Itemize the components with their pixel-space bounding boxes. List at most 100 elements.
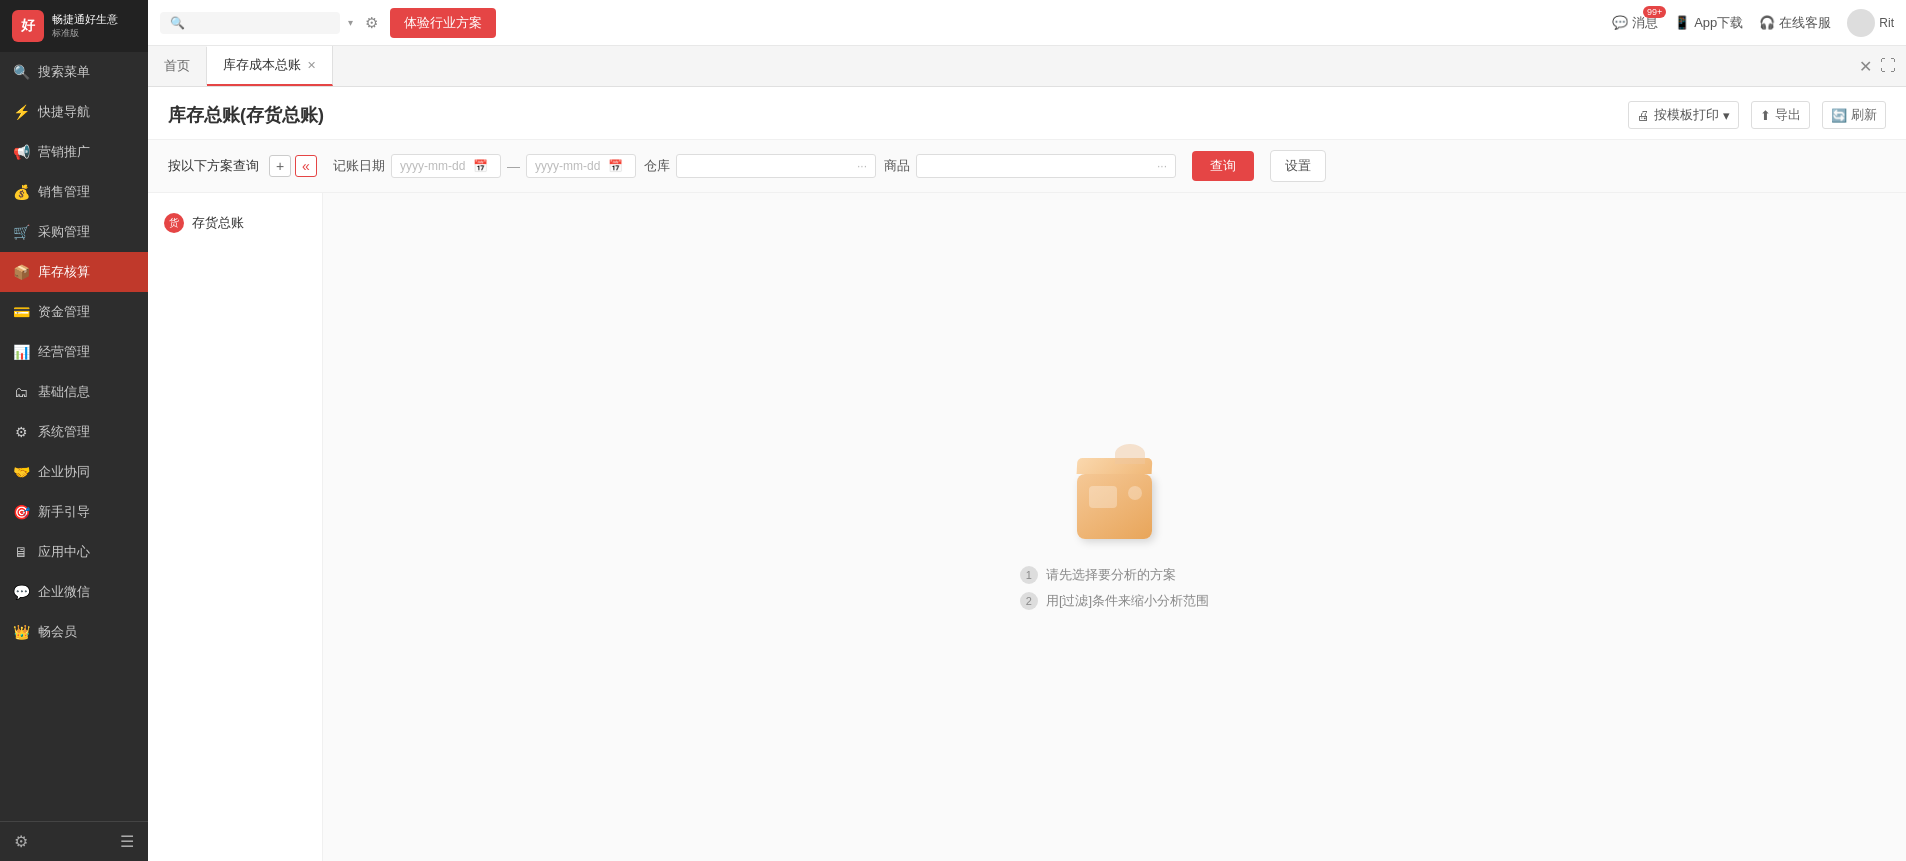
sidebar-item-label: 应用中心 [38,543,90,561]
empty-hints: 1 请先选择要分析的方案 2 用[过滤]条件来缩小分析范围 [1020,566,1209,610]
basic-info-icon: 🗂 [12,384,30,400]
page-actions: 🖨 按模板打印 ▾ ⬆ 导出 🔄 刷新 [1628,101,1886,129]
query-btn[interactable]: 查询 [1192,151,1254,181]
empty-box-face [1089,486,1117,508]
phone-icon: 📱 [1674,15,1690,30]
online-service-btn[interactable]: 🎧 在线客服 [1759,14,1831,32]
export-label: 导出 [1775,106,1801,124]
page-header: 库存总账(存货总账) 🖨 按模板打印 ▾ ⬆ 导出 🔄 刷新 [148,87,1906,140]
industry-btn[interactable]: 体验行业方案 [390,8,496,38]
sidebar-item-inventory[interactable]: 📦 库存核算 [0,252,148,292]
page-title: 库存总账(存货总账) [168,103,324,127]
sidebar-item-label: 企业协同 [38,463,90,481]
sidebar-item-label: 采购管理 [38,223,90,241]
purchase-icon: 🛒 [12,224,30,240]
tab-inventory-cost-label: 库存成本总账 [223,56,301,74]
date-end-input[interactable]: yyyy-mm-dd 📅 [526,154,636,178]
topbar-chevron-icon[interactable]: ▾ [348,17,353,28]
empty-box-eye [1128,486,1142,500]
sidebar-item-label: 系统管理 [38,423,90,441]
sidebar-item-operations[interactable]: 📊 经营管理 [0,332,148,372]
setting-btn[interactable]: 设置 [1270,150,1326,182]
empty-box-body [1077,474,1152,539]
sidebar-item-search[interactable]: 🔍 搜索菜单 [0,52,148,92]
sidebar-nav: ⚡ 快捷导航 📢 营销推广 💰 销售管理 🛒 采购管理 📦 库存核算 💳 资金管… [0,92,148,821]
settings-footer-icon[interactable]: ⚙ [14,832,28,851]
empty-illustration [1055,444,1175,544]
sidebar-item-quick-nav[interactable]: ⚡ 快捷导航 [0,92,148,132]
finance-icon: 💳 [12,304,30,320]
filter-row: 记账日期 yyyy-mm-dd 📅 — yyyy-mm-dd 📅 仓库 [333,150,1886,182]
sidebar-item-system[interactable]: ⚙ 系统管理 [0,412,148,452]
sidebar-item-finance[interactable]: 💳 资金管理 [0,292,148,332]
sidebar-item-label: 搜索菜单 [38,63,90,81]
goods-select[interactable]: ··· [916,154,1176,178]
search-icon: 🔍 [170,16,185,30]
date-start-input[interactable]: yyyy-mm-dd 📅 [391,154,501,178]
topbar-search[interactable]: 🔍 [160,12,340,34]
sidebar-item-label: 企业微信 [38,583,90,601]
main-area: 🔍 ▾ ⚙ 体验行业方案 💬 消息 99+ 📱 App下载 🎧 在线客服 Rit [148,0,1906,861]
scheme-panel: 货 存货总账 [148,193,323,861]
goods-more-icon[interactable]: ··· [1157,159,1167,173]
refresh-label: 刷新 [1851,106,1877,124]
sidebar-item-label: 经营管理 [38,343,90,361]
sidebar-item-new-guide[interactable]: 🎯 新手引导 [0,492,148,532]
filter-warehouse-item: 仓库 ··· [644,154,876,178]
tabbar: 首页 库存成本总账 ✕ ✕ ⛶ [148,46,1906,87]
warehouse-more-icon[interactable]: ··· [857,159,867,173]
user-area[interactable]: Rit [1847,9,1894,37]
sidebar-item-label: 营销推广 [38,143,90,161]
date-start-placeholder: yyyy-mm-dd [400,159,465,173]
filter-collapse-btn[interactable]: « [295,155,317,177]
refresh-btn[interactable]: 🔄 刷新 [1822,101,1886,129]
message-btn[interactable]: 💬 消息 99+ [1612,14,1658,32]
new-guide-icon: 🎯 [12,504,30,520]
tab-home[interactable]: 首页 [148,47,207,85]
warehouse-select[interactable]: ··· [676,154,876,178]
sidebar-item-label: 快捷导航 [38,103,90,121]
filter-bar: 按以下方案查询 + « 记账日期 yyyy-mm-dd 📅 — yyyy-mm-… [148,140,1906,193]
scheme-item-icon: 货 [164,213,184,233]
headset-icon: 🎧 [1759,15,1775,30]
sidebar-item-sales[interactable]: 💰 销售管理 [0,172,148,212]
sidebar-item-enterprise-wx[interactable]: 💬 企业微信 [0,572,148,612]
calendar-icon: 📅 [473,159,488,173]
sidebar-item-marketing[interactable]: 📢 营销推广 [0,132,148,172]
sidebar-item-cooperation[interactable]: 🤝 企业协同 [0,452,148,492]
filter-date-item: 记账日期 yyyy-mm-dd 📅 — yyyy-mm-dd 📅 [333,154,636,178]
filter-add-btn[interactable]: + [269,155,291,177]
calendar-end-icon: 📅 [608,159,623,173]
hint-text-1: 请先选择要分析的方案 [1046,566,1176,584]
export-btn[interactable]: ⬆ 导出 [1751,101,1810,129]
app-center-icon: 🖥 [12,544,30,560]
sidebar-item-app-center[interactable]: 🖥 应用中心 [0,532,148,572]
tab-panel-close-icon[interactable]: ✕ [1859,57,1872,76]
sidebar-item-vip[interactable]: 👑 畅会员 [0,612,148,652]
sidebar-item-label: 资金管理 [38,303,90,321]
avatar [1847,9,1875,37]
app-download-btn[interactable]: 📱 App下载 [1674,14,1743,32]
operations-icon: 📊 [12,344,30,360]
sidebar-item-basic-info[interactable]: 🗂 基础信息 [0,372,148,412]
menu-toggle-icon[interactable]: ☰ [120,832,134,851]
sidebar-item-purchase[interactable]: 🛒 采购管理 [0,212,148,252]
message-badge: 99+ [1643,6,1666,18]
hint-text-2: 用[过滤]条件来缩小分析范围 [1046,592,1209,610]
user-name: Rit [1879,16,1894,30]
topbar-gear-icon[interactable]: ⚙ [365,14,378,32]
hint-num-2: 2 [1020,592,1038,610]
empty-box-glow [1115,444,1145,464]
tab-inventory-cost[interactable]: 库存成本总账 ✕ [207,46,333,86]
refresh-icon: 🔄 [1831,108,1847,123]
tab-panel-expand-icon[interactable]: ⛶ [1880,57,1896,75]
content-area: 库存总账(存货总账) 🖨 按模板打印 ▾ ⬆ 导出 🔄 刷新 按以下方案查询 [148,87,1906,861]
tab-close-icon[interactable]: ✕ [307,59,316,72]
empty-hint-1: 1 请先选择要分析的方案 [1020,566,1209,584]
scheme-item-inventory[interactable]: 货 存货总账 [148,203,322,243]
sales-icon: 💰 [12,184,30,200]
system-icon: ⚙ [12,424,30,440]
printer-icon: 🖨 [1637,108,1650,123]
sidebar-item-label: 基础信息 [38,383,90,401]
print-btn[interactable]: 🖨 按模板打印 ▾ [1628,101,1739,129]
